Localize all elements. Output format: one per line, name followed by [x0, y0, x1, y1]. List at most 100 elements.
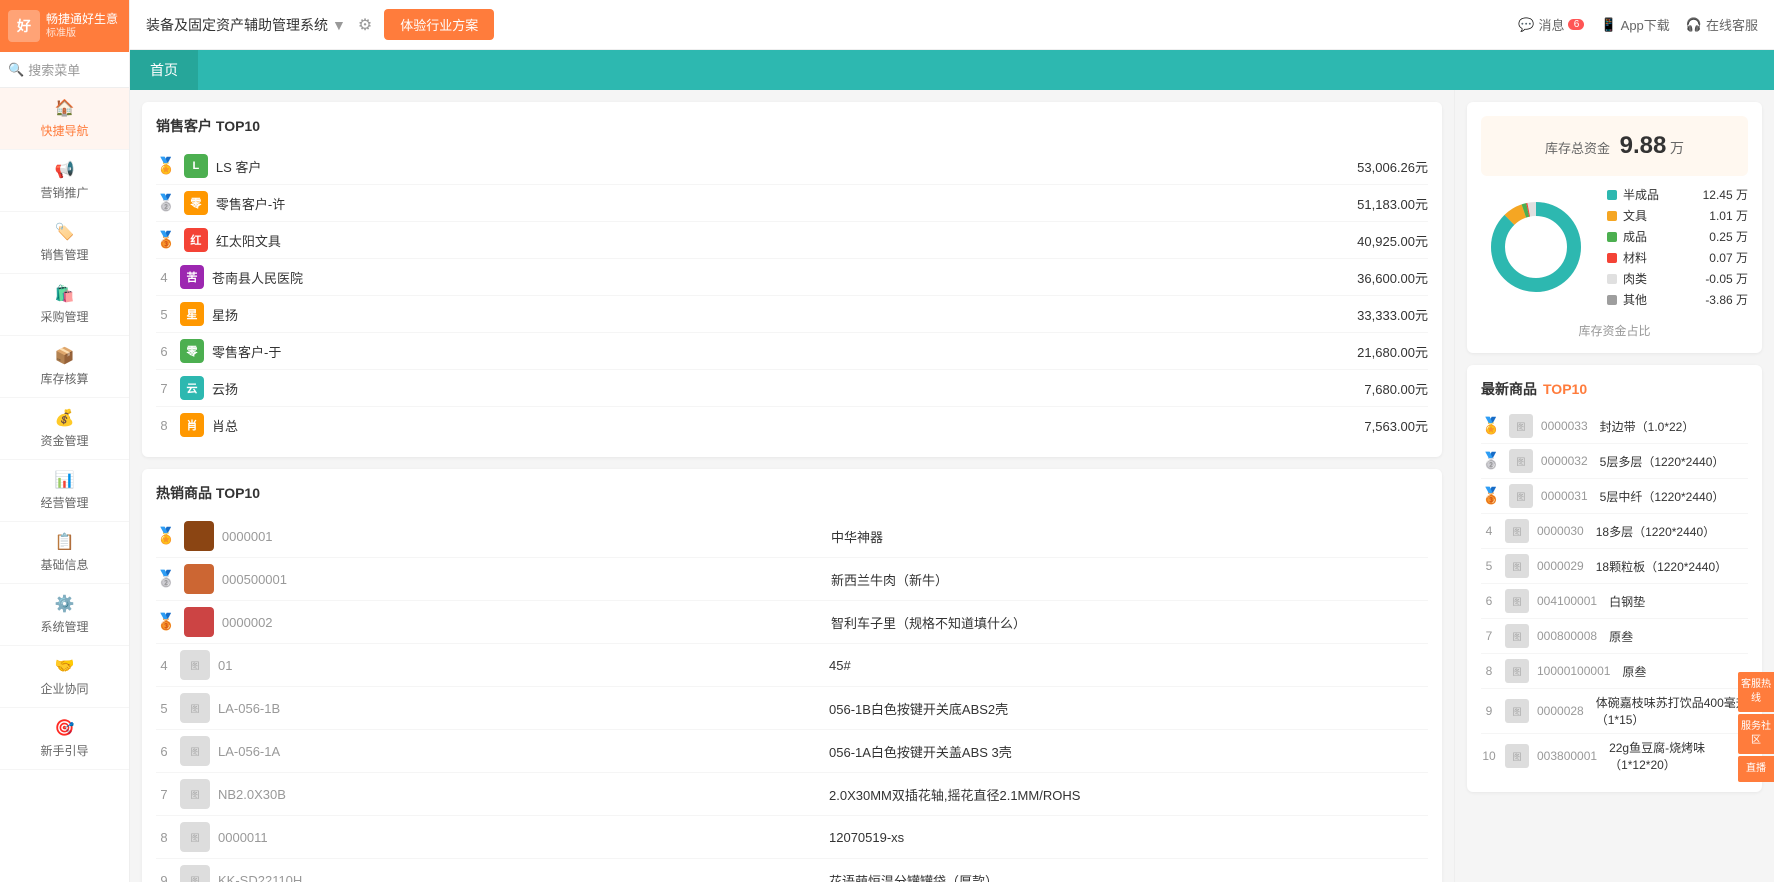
new-products-list: 🏅 图 0000033 封边带（1.0*22） 🥈 图 0000032 5层多层… [1481, 409, 1748, 778]
sidebar-item-9[interactable]: 🤝 企业协同 [0, 646, 129, 708]
sidebar-item-0[interactable]: 🏠快捷导航 [0, 88, 129, 150]
new-product-item: 🥈 图 0000032 5层多层（1220*2440） [1481, 444, 1748, 479]
new-product-code: 0000029 [1537, 559, 1584, 573]
customer-name: 零售客户-许 [216, 194, 1349, 213]
legend-value: -3.86 万 [1705, 291, 1748, 308]
rank-num-4: 4 [1481, 524, 1497, 538]
customer-badge: L [184, 154, 208, 178]
rank-num-5: 5 [1481, 559, 1497, 573]
medal-silver-icon: 🥈 [156, 569, 176, 589]
trial-btn[interactable]: 体验行业方案 [384, 9, 494, 40]
product-code: 0000002 [222, 615, 819, 630]
inventory-legend: 半成品 12.45 万 文具 1.01 万 成品 0.25 万 材料 0.07 … [1607, 184, 1748, 310]
new-product-name: 封边带（1.0*22） [1600, 418, 1748, 435]
medal-silver-icon: 🥈 [1481, 451, 1501, 471]
nav-icon-3: 🛍️ [55, 284, 75, 304]
message-btn[interactable]: 💬 消息 6 [1518, 15, 1584, 34]
new-product-code: 000800008 [1537, 629, 1597, 643]
float-btn-2[interactable]: 直播 [1738, 756, 1774, 782]
nav-icon-7: 📋 [55, 532, 75, 552]
sales-list: 🏅 L LS 客户 53,006.26元 🥈 零 零售客户-许 51,183.0… [156, 148, 1428, 443]
product-code: NB2.0X30B [218, 787, 817, 802]
sidebar-item-4[interactable]: 📦库存核算 [0, 336, 129, 398]
product-code: 01 [218, 658, 817, 673]
medal-bronze-icon: 🥉 [156, 230, 176, 250]
topbar-right: 💬 消息 6 📱 App下载 🎧 在线客服 [1518, 15, 1758, 34]
search-label: 搜索菜单 [28, 60, 80, 79]
legend-name: 肉类 [1623, 270, 1699, 287]
app-download-btn[interactable]: 📱 App下载 [1600, 15, 1669, 34]
hot-product-item: 8 图 0000011 12070519-xs [156, 816, 1428, 859]
customer-badge: 零 [184, 191, 208, 215]
sidebar-item-6[interactable]: 📊经营管理 [0, 460, 129, 522]
nav-label-10: 新手引导 [40, 742, 88, 759]
inventory-card: 库存总资金 9.88 万 [1467, 102, 1762, 353]
nav-tabs: 首页 [130, 50, 1774, 90]
new-product-image: 图 [1509, 484, 1533, 508]
customer-name: 云扬 [212, 379, 1356, 398]
legend-value: 0.07 万 [1709, 249, 1748, 266]
donut-chart-svg [1481, 192, 1591, 302]
sidebar-item-7[interactable]: 📋基础信息 [0, 522, 129, 584]
product-image-placeholder: 图 [180, 822, 210, 852]
tab-home[interactable]: 首页 [130, 50, 198, 90]
new-product-image: 图 [1505, 624, 1529, 648]
new-product-item: 🥉 图 0000031 5层中纤（1220*2440） [1481, 479, 1748, 514]
nav-icon-8: ⚙️ [55, 594, 75, 614]
sales-list-item: 7 云 云扬 7,680.00元 [156, 370, 1428, 407]
medal-gold-icon: 🏅 [156, 526, 176, 546]
sidebar-item-5[interactable]: 💰资金管理 [0, 398, 129, 460]
nav-label-5: 资金管理 [40, 432, 88, 449]
dropdown-icon[interactable]: ▼ [332, 17, 346, 33]
new-product-code: 0000033 [1541, 419, 1588, 433]
sales-list-item: 🏅 L LS 客户 53,006.26元 [156, 148, 1428, 185]
nav-icon-9: 🤝 [55, 656, 75, 676]
new-product-name: 体碗嘉枝味苏打饮品400毫升（1*15） [1596, 694, 1748, 728]
sidebar-item-1[interactable]: 📢营销推广 [0, 150, 129, 212]
sidebar-search[interactable]: 🔍 搜索菜单 [0, 52, 129, 88]
new-product-image: 图 [1509, 414, 1533, 438]
sidebar-item-8[interactable]: ⚙️系统管理 [0, 584, 129, 646]
customer-amount: 33,333.00元 [1357, 305, 1428, 324]
float-btn-0[interactable]: 客服热线 [1738, 672, 1774, 712]
new-product-name: 18多层（1220*2440） [1596, 523, 1748, 540]
search-icon: 🔍 [8, 62, 24, 78]
rank-num-9: 9 [1481, 704, 1497, 718]
product-code: 0000001 [222, 529, 819, 544]
legend-item: 材料 0.07 万 [1607, 247, 1748, 268]
new-product-code: 003800001 [1537, 749, 1597, 763]
float-btn-1[interactable]: 服务社区 [1738, 714, 1774, 754]
new-product-name: 5层中纤（1220*2440） [1600, 488, 1748, 505]
legend-item: 文具 1.01 万 [1607, 205, 1748, 226]
hot-product-item: 🏅 0000001 中华神器 [156, 515, 1428, 558]
sidebar-item-3[interactable]: 🛍️采购管理 [0, 274, 129, 336]
new-product-item: 7 图 000800008 原叁 [1481, 619, 1748, 654]
legend-color-dot [1607, 232, 1617, 242]
nav-label-4: 库存核算 [40, 370, 88, 387]
product-name: 新西兰牛肉（新牛） [831, 570, 1428, 589]
sales-top10-title: 销售客户 TOP10 [156, 116, 1428, 136]
medal-silver-icon: 🥈 [156, 193, 176, 213]
legend-name: 其他 [1623, 291, 1699, 308]
settings-icon[interactable]: ⚙ [358, 15, 372, 35]
new-product-item: 9 图 0000028 体碗嘉枝味苏打饮品400毫升（1*15） [1481, 689, 1748, 734]
sidebar-item-2[interactable]: 🏷️销售管理 [0, 212, 129, 274]
legend-name: 成品 [1623, 228, 1703, 245]
hot-product-item: 🥉 0000002 智利车子里（规格不知道填什么） [156, 601, 1428, 644]
online-service-btn[interactable]: 🎧 在线客服 [1686, 15, 1758, 34]
legend-value: 12.45 万 [1703, 186, 1748, 203]
sales-list-item: 5 星 星扬 33,333.00元 [156, 296, 1428, 333]
sidebar-item-10[interactable]: 🎯新手引导 [0, 708, 129, 770]
hot-product-item: 4 图 01 45# [156, 644, 1428, 687]
new-product-code: 0000031 [1541, 489, 1588, 503]
new-product-image: 图 [1505, 744, 1529, 768]
rank-num-6: 6 [156, 344, 172, 359]
nav-label-9: 企业协同 [40, 680, 88, 697]
rank-num-6: 6 [156, 744, 172, 759]
new-product-code: 004100001 [1537, 594, 1597, 608]
rank-num-7: 7 [156, 381, 172, 396]
nav-label-2: 销售管理 [40, 246, 88, 263]
main-area: 装备及固定资产辅助管理系统 ▼ ⚙ 体验行业方案 💬 消息 6 📱 App下载 … [130, 0, 1774, 882]
legend-value: 0.25 万 [1709, 228, 1748, 245]
rank-num-5: 5 [156, 701, 172, 716]
